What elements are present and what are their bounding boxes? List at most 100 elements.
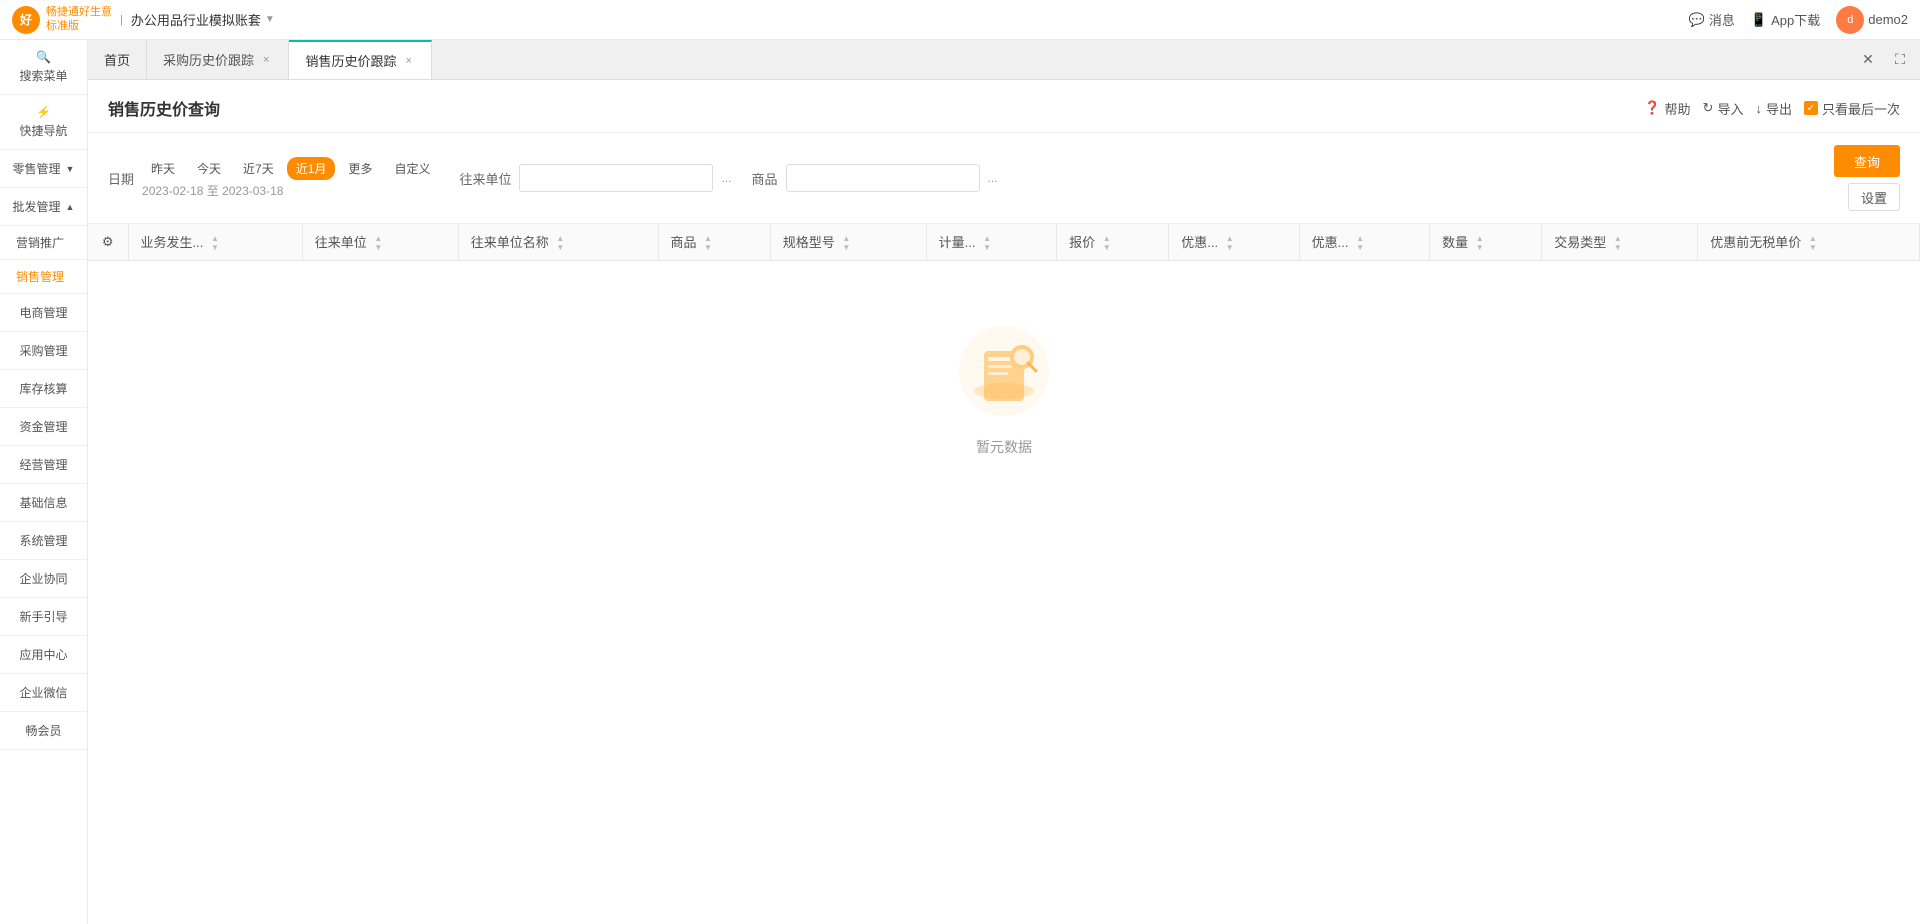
page-actions: ❓ 帮助 ↻ 导入 ↓ 导出 ✓ 只看最后一次 bbox=[1644, 99, 1900, 118]
page-header: 销售历史价查询 ❓ 帮助 ↻ 导入 ↓ 导出 ✓ bbox=[88, 80, 1920, 133]
settings-button[interactable]: 设置 bbox=[1848, 183, 1900, 211]
th-biz-date[interactable]: 业务发生... ▲▼ bbox=[128, 224, 302, 261]
th-product[interactable]: 商品 ▲▼ bbox=[658, 224, 770, 261]
query-button[interactable]: 查询 bbox=[1834, 145, 1900, 177]
sidebar-item-label: 基础信息 bbox=[19, 494, 67, 511]
app-selector[interactable]: 办公用品行业模拟账套 ▼ bbox=[131, 10, 275, 29]
th-partner-name[interactable]: 往来单位名称 ▲▼ bbox=[458, 224, 658, 261]
sidebar-item-label: 库存核算 bbox=[19, 380, 67, 397]
home-tab-label: 首页 bbox=[104, 50, 130, 69]
sidebar-item-purchase[interactable]: 采购管理 bbox=[0, 332, 87, 370]
date-options: 昨天 今天 近7天 近1月 更多 自定义 bbox=[142, 157, 439, 180]
sidebar-item-label: 经营管理 bbox=[19, 456, 67, 473]
date-btn-1month[interactable]: 近1月 bbox=[287, 157, 336, 180]
sidebar-item-guide[interactable]: 新手引导 bbox=[0, 598, 87, 636]
sidebar-item-marketing[interactable]: 营销推广 bbox=[0, 226, 87, 260]
tab-home[interactable]: 首页 bbox=[88, 40, 147, 79]
app-selector-label: 办公用品行业模拟账套 bbox=[131, 10, 261, 29]
date-btn-today[interactable]: 今天 bbox=[188, 157, 230, 180]
tab-close-sales[interactable]: × bbox=[402, 54, 414, 68]
table-header-row: ⚙ 业务发生... ▲▼ 往来单位 ▲▼ 往来单位名称 bbox=[88, 224, 1920, 261]
sidebar-item-retail[interactable]: 零售管理 ▼ bbox=[0, 150, 87, 188]
partner-input[interactable] bbox=[519, 164, 713, 192]
app-download-button[interactable]: 📱 App下载 bbox=[1751, 10, 1820, 29]
tab-purchase-history[interactable]: 采购历史价跟踪 × bbox=[147, 40, 289, 79]
message-button[interactable]: 💬 消息 bbox=[1689, 10, 1735, 29]
chevron-down-icon: ▼ bbox=[66, 164, 75, 174]
th-trade-type[interactable]: 交易类型 ▲▼ bbox=[1542, 224, 1698, 261]
sidebar-item-app-center[interactable]: 应用中心 bbox=[0, 636, 87, 674]
sidebar-item-wholesale[interactable]: 批发管理 ▲ bbox=[0, 188, 87, 226]
sidebar-item-quick-nav[interactable]: ⚡ 快捷导航 bbox=[0, 95, 87, 150]
date-btn-custom[interactable]: 自定义 bbox=[385, 157, 439, 180]
empty-text: 暂元数据 bbox=[976, 437, 1032, 457]
sort-icon: ▲▼ bbox=[211, 235, 219, 252]
search-icon: 🔍 bbox=[36, 50, 51, 64]
import-label: 导入 bbox=[1717, 99, 1743, 118]
th-discount1[interactable]: 优惠... ▲▼ bbox=[1169, 224, 1299, 261]
sort-icon: ▲▼ bbox=[1476, 235, 1484, 252]
close-tab-btn[interactable]: ✕ bbox=[1856, 48, 1880, 72]
date-btn-more[interactable]: 更多 bbox=[339, 157, 381, 180]
download-icon: 📱 bbox=[1751, 12, 1767, 28]
data-table: ⚙ 业务发生... ▲▼ 往来单位 ▲▼ 往来单位名称 bbox=[88, 224, 1920, 261]
sidebar-item-member[interactable]: 畅会员 bbox=[0, 712, 87, 750]
date-range-text: 2023-02-18 至 2023-03-18 bbox=[142, 182, 439, 199]
product-input[interactable] bbox=[786, 164, 980, 192]
help-label: 帮助 bbox=[1665, 99, 1691, 118]
product-dots[interactable]: ... bbox=[988, 171, 998, 185]
sidebar-item-finance[interactable]: 资金管理 bbox=[0, 408, 87, 446]
nav-icon: ⚡ bbox=[36, 105, 51, 119]
sidebar-item-collab[interactable]: 企业协同 bbox=[0, 560, 87, 598]
logo-icon: 好 bbox=[12, 6, 40, 34]
maximize-btn[interactable]: ⛶ bbox=[1888, 48, 1912, 72]
partner-label: 往来单位 bbox=[459, 169, 511, 188]
sidebar-item-wechat[interactable]: 企业微信 bbox=[0, 674, 87, 712]
th-spec[interactable]: 规格型号 ▲▼ bbox=[770, 224, 926, 261]
user-profile[interactable]: d demo2 bbox=[1836, 6, 1908, 34]
sort-icon: ▲▼ bbox=[1103, 235, 1111, 252]
sidebar-item-search[interactable]: 🔍 搜索菜单 bbox=[0, 40, 87, 95]
sidebar-item-label: 系统管理 bbox=[19, 532, 67, 549]
tab-close-purchase[interactable]: × bbox=[260, 53, 272, 67]
sidebar-item-system[interactable]: 系统管理 bbox=[0, 522, 87, 560]
gear-icon: ⚙ bbox=[102, 234, 114, 249]
export-button[interactable]: ↓ 导出 bbox=[1755, 99, 1792, 118]
date-btn-7days[interactable]: 近7天 bbox=[234, 157, 283, 180]
th-unit[interactable]: 计量... ▲▼ bbox=[926, 224, 1056, 261]
empty-state: 暂元数据 bbox=[88, 261, 1920, 517]
import-icon: ↻ bbox=[1703, 100, 1714, 116]
date-btn-yesterday[interactable]: 昨天 bbox=[142, 157, 184, 180]
sidebar-item-inventory[interactable]: 库存核算 bbox=[0, 370, 87, 408]
sidebar-item-label: 营销推广 bbox=[16, 236, 64, 250]
th-pre-tax-price[interactable]: 优惠前无税单价 ▲▼ bbox=[1698, 224, 1920, 261]
sidebar-item-label: 采购管理 bbox=[19, 342, 67, 359]
sort-icon: ▲▼ bbox=[1614, 235, 1622, 252]
sidebar-item-operation[interactable]: 经营管理 bbox=[0, 446, 87, 484]
sidebar-item-label: 企业协同 bbox=[19, 570, 67, 587]
th-quote[interactable]: 报价 ▲▼ bbox=[1057, 224, 1169, 261]
sort-icon: ▲▼ bbox=[983, 235, 991, 252]
th-partner-code[interactable]: 往来单位 ▲▼ bbox=[302, 224, 458, 261]
only-last-checkbox[interactable]: ✓ 只看最后一次 bbox=[1804, 99, 1900, 118]
tab-sales-history[interactable]: 销售历史价跟踪 × bbox=[289, 40, 431, 79]
product-filter-group: 商品 ... bbox=[751, 164, 997, 192]
checkbox-icon: ✓ bbox=[1804, 101, 1818, 115]
th-discount2[interactable]: 优惠... ▲▼ bbox=[1299, 224, 1429, 261]
help-button[interactable]: ❓ 帮助 bbox=[1644, 99, 1690, 118]
sidebar-item-sales[interactable]: 销售管理 bbox=[0, 260, 87, 294]
sidebar-item-ecommerce[interactable]: 电商管理 bbox=[0, 294, 87, 332]
sort-icon: ▲▼ bbox=[1226, 235, 1234, 252]
date-block: 昨天 今天 近7天 近1月 更多 自定义 2023-02-18 至 2023-0… bbox=[142, 157, 439, 199]
sidebar-item-basic-info[interactable]: 基础信息 bbox=[0, 484, 87, 522]
chevron-up-icon: ▲ bbox=[66, 202, 75, 212]
th-quantity[interactable]: 数量 ▲▼ bbox=[1430, 224, 1542, 261]
user-avatar: d bbox=[1836, 6, 1864, 34]
help-icon: ❓ bbox=[1644, 100, 1660, 116]
partner-dots[interactable]: ... bbox=[721, 171, 731, 185]
import-button[interactable]: ↻ 导入 bbox=[1703, 99, 1744, 118]
sort-icon: ▲▼ bbox=[704, 235, 712, 252]
sidebar-item-label: 零售管理 bbox=[13, 160, 61, 177]
th-settings[interactable]: ⚙ bbox=[88, 224, 128, 261]
sort-icon: ▲▼ bbox=[842, 235, 850, 252]
